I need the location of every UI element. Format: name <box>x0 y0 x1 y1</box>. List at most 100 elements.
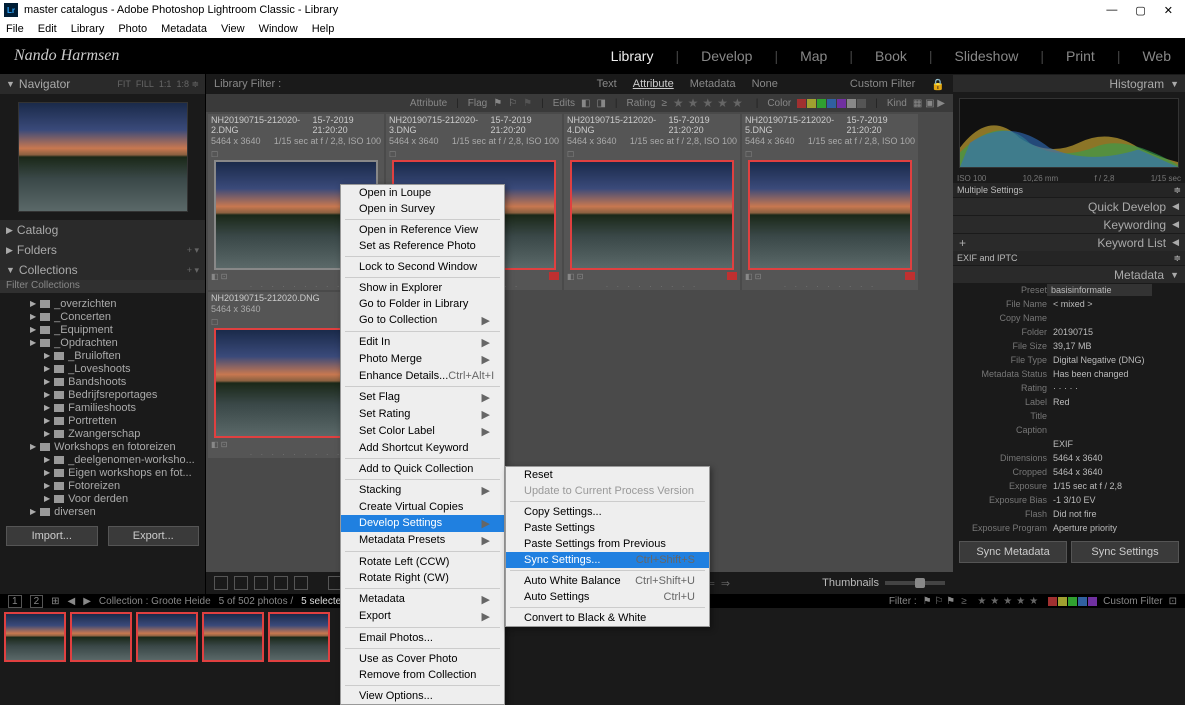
navigator-preview[interactable] <box>18 102 188 212</box>
histogram-header[interactable]: Histogram▼ <box>953 75 1185 92</box>
filmstrip-thumb[interactable] <box>136 612 198 662</box>
menu-item[interactable]: Rotate Left (CCW) <box>341 554 504 570</box>
module-slideshow[interactable]: Slideshow <box>955 48 1019 64</box>
filmstrip-thumb[interactable] <box>70 612 132 662</box>
menu-item[interactable]: Rotate Right (CW) <box>341 570 504 586</box>
flag-picked-icon[interactable]: ⚑ <box>493 98 502 109</box>
menu-metadata[interactable]: Metadata <box>161 23 207 35</box>
menu-photo[interactable]: Photo <box>118 23 147 35</box>
module-print[interactable]: Print <box>1066 48 1095 64</box>
menu-item[interactable]: Set as Reference Photo <box>341 238 504 254</box>
grid-cell[interactable]: NH20190715-212020-5.DNG15-7-2019 21:20:2… <box>742 114 918 290</box>
close-icon[interactable]: ✕ <box>1164 4 1173 17</box>
flag-rejected-icon[interactable]: ⚑ <box>523 98 532 109</box>
second-window-2-icon[interactable]: 2 <box>30 595 44 608</box>
menu-item[interactable]: Add to Quick Collection <box>341 461 504 477</box>
menu-item[interactable]: Set Flag▶ <box>341 389 504 406</box>
collections-header[interactable]: ▼Collections+ ▾ <box>0 260 205 280</box>
histogram[interactable] <box>959 98 1179 168</box>
collection-item[interactable]: ▶Eigen workshops en fot... <box>12 466 205 479</box>
export-button[interactable]: Export... <box>108 526 200 546</box>
menu-item[interactable]: Metadata▶ <box>341 591 504 608</box>
catalog-header[interactable]: ▶Catalog <box>0 220 205 240</box>
forward-icon[interactable]: ▶ <box>83 596 91 607</box>
menu-item[interactable]: Open in Reference View <box>341 222 504 238</box>
menu-library[interactable]: Library <box>71 23 105 35</box>
menu-item[interactable]: Set Color Label▶ <box>341 423 504 440</box>
grid-icon[interactable]: ⊞ <box>51 596 59 607</box>
collection-item[interactable]: ▶Bandshoots <box>12 375 205 388</box>
menu-item[interactable]: Sync Settings...Ctrl+Shift+S <box>506 552 709 568</box>
survey-view-icon[interactable] <box>274 576 288 590</box>
collection-item[interactable]: ▶_Loveshoots <box>12 362 205 375</box>
collection-item[interactable]: ▶diversen <box>12 505 205 518</box>
collection-item[interactable]: ▶_Equipment <box>12 323 205 336</box>
filter-text[interactable]: Text <box>597 78 617 90</box>
quickdevelop-header[interactable]: Quick Develop◀ <box>953 198 1185 215</box>
menu-item[interactable]: Copy Settings... <box>506 504 709 520</box>
menu-item[interactable]: Open in Survey <box>341 201 504 217</box>
menu-item[interactable]: Enhance Details...Ctrl+Alt+I <box>341 368 504 384</box>
folders-header[interactable]: ▶Folders+ ▾ <box>0 240 205 260</box>
module-map[interactable]: Map <box>800 48 827 64</box>
menu-view[interactable]: View <box>221 23 245 35</box>
import-button[interactable]: Import... <box>6 526 98 546</box>
collection-item[interactable]: ▶_Bruiloften <box>12 349 205 362</box>
kind-icons[interactable]: ▦ ▣ ▶ <box>913 98 945 109</box>
menu-item[interactable]: Add Shortcut Keyword <box>341 440 504 456</box>
menu-item[interactable]: Develop Settings▶ <box>341 515 504 532</box>
menu-file[interactable]: File <box>6 23 24 35</box>
collection-item[interactable]: ▶Bedrijfsreportages <box>12 388 205 401</box>
menu-item[interactable]: Open in Loupe <box>341 185 504 201</box>
filter-preset[interactable]: Custom Filter <box>850 78 915 90</box>
module-develop[interactable]: Develop <box>701 48 752 64</box>
context-submenu[interactable]: ResetUpdate to Current Process VersionCo… <box>505 466 710 627</box>
filmstrip-thumb[interactable] <box>268 612 330 662</box>
menu-item[interactable]: Remove from Collection <box>341 667 504 683</box>
module-library[interactable]: Library <box>611 48 654 64</box>
compare-view-icon[interactable] <box>254 576 268 590</box>
filmstrip-thumb[interactable] <box>202 612 264 662</box>
menu-help[interactable]: Help <box>312 23 335 35</box>
back-icon[interactable]: ◀ <box>68 596 76 607</box>
collection-item[interactable]: ▶Workshops en fotoreizen <box>12 440 205 453</box>
menu-edit[interactable]: Edit <box>38 23 57 35</box>
menu-item[interactable]: View Options... <box>341 688 504 704</box>
filter-switch-icon[interactable]: ⊡ <box>1169 596 1177 607</box>
rating-op[interactable]: ≥ <box>661 98 667 109</box>
navigator-header[interactable]: ▼Navigator FIT FILL 1:1 1:8 ≑ <box>0 74 205 94</box>
module-book[interactable]: Book <box>875 48 907 64</box>
color-labels[interactable] <box>797 99 866 108</box>
custom-filter-dropdown[interactable]: Custom Filter <box>1103 596 1162 607</box>
module-web[interactable]: Web <box>1142 48 1171 64</box>
collection-item[interactable]: ▶_deelgenomen-worksho... <box>12 453 205 466</box>
menu-item[interactable]: Lock to Second Window <box>341 259 504 275</box>
menu-item[interactable]: Show in Explorer <box>341 280 504 296</box>
people-view-icon[interactable] <box>294 576 308 590</box>
context-menu[interactable]: Open in LoupeOpen in Survey Open in Refer… <box>340 184 505 705</box>
second-window-icon[interactable]: 1 <box>8 595 22 608</box>
menu-item[interactable]: Reset <box>506 467 709 483</box>
rating-stars[interactable]: ★★★★★ <box>673 96 747 110</box>
filmstrip-thumb[interactable] <box>4 612 66 662</box>
menu-item[interactable]: Paste Settings from Previous <box>506 536 709 552</box>
preset-select[interactable]: basisinformatie <box>1047 284 1152 296</box>
menu-window[interactable]: Window <box>259 23 298 35</box>
menu-item[interactable]: Convert to Black & White <box>506 610 709 626</box>
menu-item[interactable]: Paste Settings <box>506 520 709 536</box>
menu-item[interactable]: Edit In▶ <box>341 334 504 351</box>
grid-view-icon[interactable] <box>214 576 228 590</box>
collection-item[interactable]: ▶_Concerten <box>12 310 205 323</box>
menu-item[interactable]: Go to Folder in Library <box>341 296 504 312</box>
next-icon[interactable]: ⇒ <box>721 577 730 590</box>
filter-attribute[interactable]: Attribute <box>633 78 674 90</box>
collection-item[interactable]: ▶_Opdrachten <box>12 336 205 349</box>
filter-lock-icon[interactable]: 🔒 <box>931 78 945 91</box>
maximize-icon[interactable]: ▢ <box>1135 4 1145 17</box>
keywording-header[interactable]: Keywording◀ <box>953 216 1185 233</box>
menu-item[interactable]: Photo Merge▶ <box>341 351 504 368</box>
filter-collections[interactable]: Filter Collections <box>0 280 205 293</box>
menu-item[interactable]: Export▶ <box>341 608 504 625</box>
menu-item[interactable]: Set Rating▶ <box>341 406 504 423</box>
keywordlist-header[interactable]: +Keyword List◀ <box>953 234 1185 251</box>
